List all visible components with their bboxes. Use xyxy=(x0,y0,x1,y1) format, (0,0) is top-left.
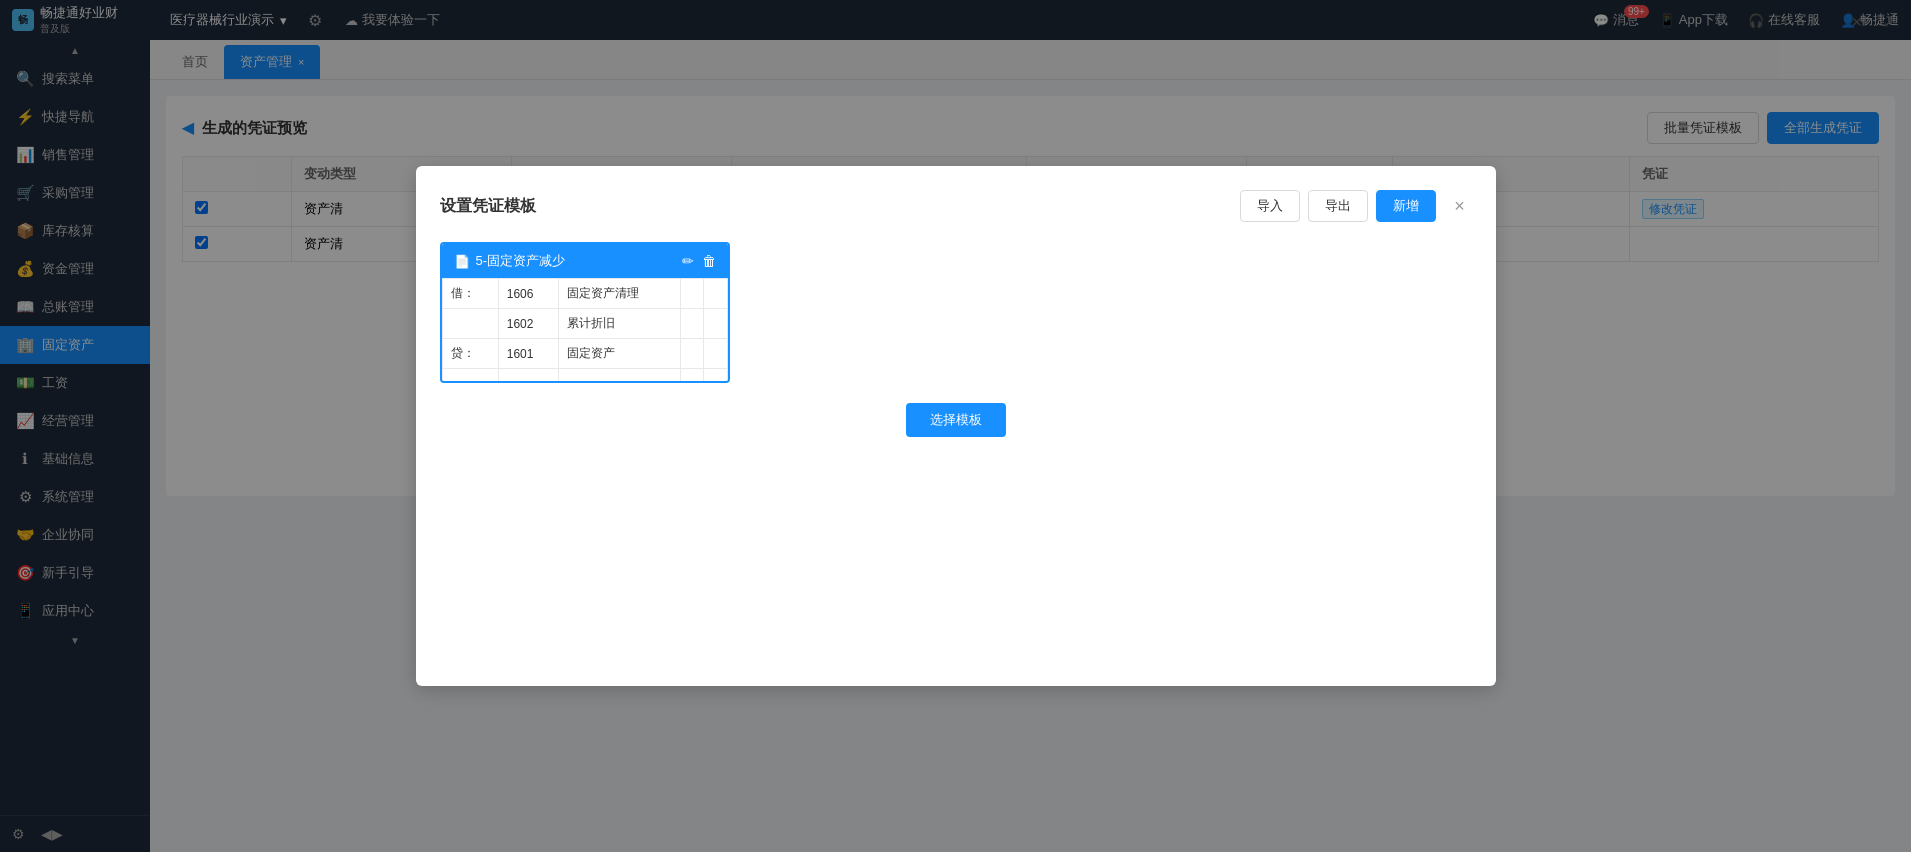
modal-overlay[interactable]: 设置凭证模板 导入 导出 新增 × xyxy=(150,80,1911,852)
content-area: 首页 资产管理 × ✕ ⤢ xyxy=(150,40,1911,852)
template-card: 📄 5-固定资产减少 ✏ 🗑 xyxy=(440,242,730,383)
line1-subject: 固定资产清理 xyxy=(558,279,680,309)
line2-subject: 累计折旧 xyxy=(558,309,680,339)
template-detail-table: 借： 1606 固定资产清理 1602 xyxy=(442,278,728,381)
line2-col4 xyxy=(704,309,727,339)
template-line-1: 借： 1606 固定资产清理 xyxy=(442,279,727,309)
template-card-header: 📄 5-固定资产减少 ✏ 🗑 xyxy=(442,244,728,278)
line3-code: 1601 xyxy=(498,339,558,369)
template-line-4 xyxy=(442,369,727,382)
line2-direction xyxy=(442,309,498,339)
page-content: ◀ 生成的凭证预览 批量凭证模板 全部生成凭证 xyxy=(150,80,1911,852)
line3-subject: 固定资产 xyxy=(558,339,680,369)
modal-close-btn[interactable]: × xyxy=(1448,194,1472,218)
template-delete-icon[interactable]: 🗑 xyxy=(702,253,716,269)
modal-title: 设置凭证模板 xyxy=(440,196,536,217)
line3-direction: 贷： xyxy=(442,339,498,369)
line4-col4 xyxy=(704,369,727,382)
line4-col3 xyxy=(680,369,703,382)
line1-col4 xyxy=(704,279,727,309)
line2-col3 xyxy=(680,309,703,339)
line1-col3 xyxy=(680,279,703,309)
line1-code: 1606 xyxy=(498,279,558,309)
line4-direction xyxy=(442,369,498,382)
template-card-body: 借： 1606 固定资产清理 1602 xyxy=(442,278,728,381)
template-line-2: 1602 累计折旧 xyxy=(442,309,727,339)
line4-subject xyxy=(558,369,680,382)
line2-code: 1602 xyxy=(498,309,558,339)
line1-direction: 借： xyxy=(442,279,498,309)
template-card-icons: ✏ 🗑 xyxy=(682,253,716,269)
modal-actions: 导入 导出 新增 xyxy=(1240,190,1436,222)
modal-header: 设置凭证模板 导入 导出 新增 × xyxy=(440,190,1472,222)
line3-col3 xyxy=(680,339,703,369)
template-card-title: 📄 5-固定资产减少 xyxy=(454,252,566,270)
template-doc-icon: 📄 xyxy=(454,254,470,269)
template-name: 5-固定资产减少 xyxy=(476,252,566,270)
template-edit-icon[interactable]: ✏ xyxy=(682,253,694,269)
set-template-modal: 设置凭证模板 导入 导出 新增 × xyxy=(416,166,1496,686)
template-line-3: 贷： 1601 固定资产 xyxy=(442,339,727,369)
line3-col4 xyxy=(704,339,727,369)
import-btn[interactable]: 导入 xyxy=(1240,190,1300,222)
export-btn[interactable]: 导出 xyxy=(1308,190,1368,222)
new-btn[interactable]: 新增 xyxy=(1376,190,1436,222)
line4-code xyxy=(498,369,558,382)
select-template-btn[interactable]: 选择模板 xyxy=(906,403,1006,437)
